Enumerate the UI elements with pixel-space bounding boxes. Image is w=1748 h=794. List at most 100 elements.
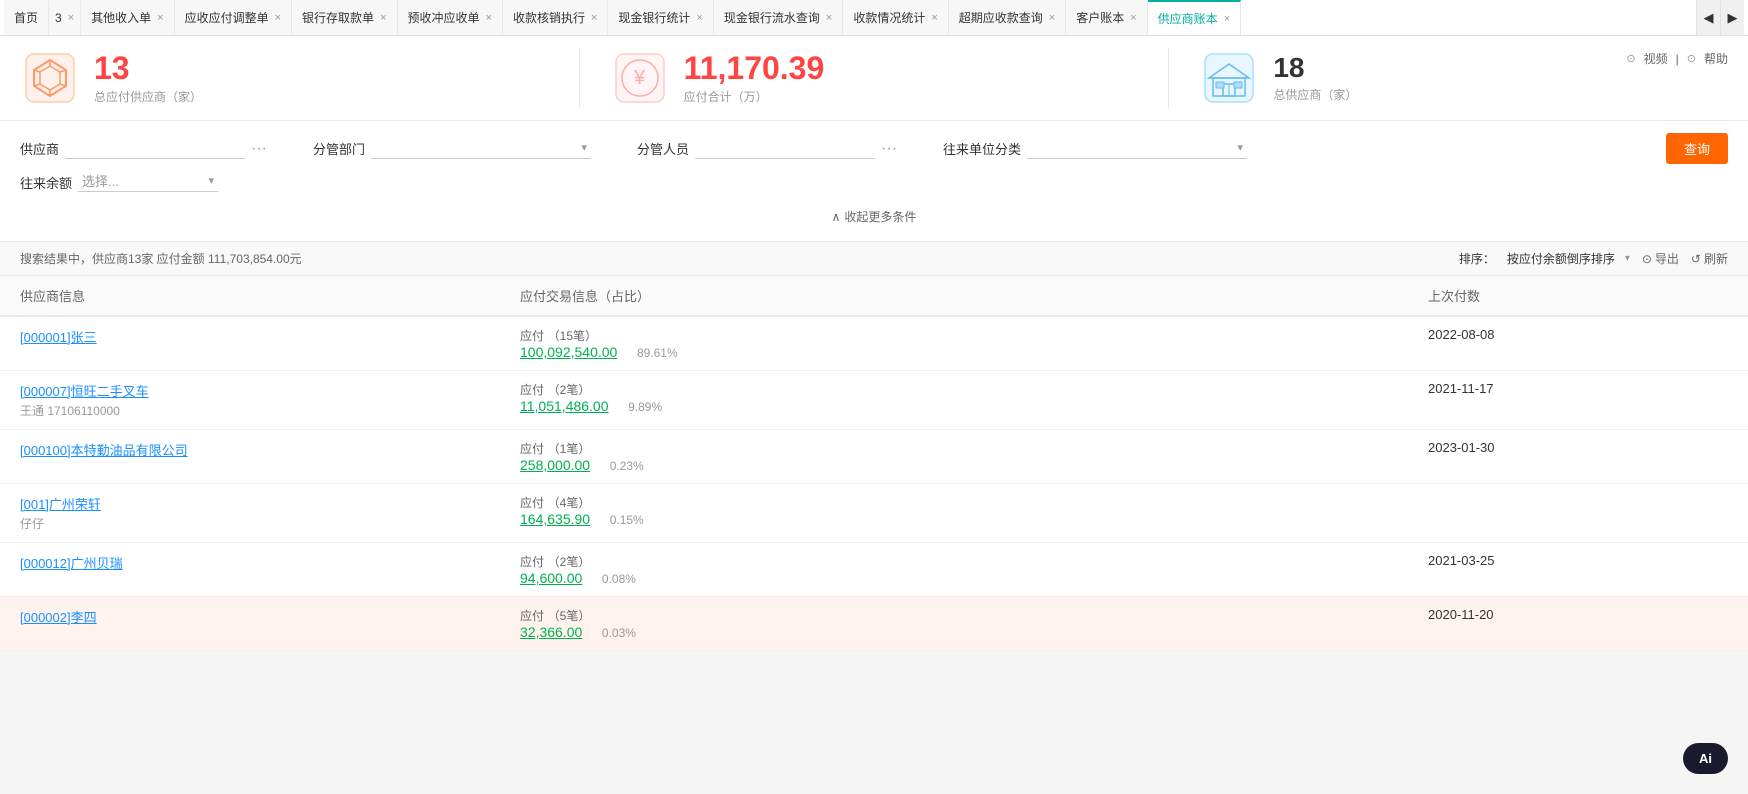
row-3-trade-label-wrap: 应付 （4笔） [520, 494, 1428, 511]
help-link[interactable]: 帮助 [1704, 50, 1728, 67]
close-tab-customer-ledger[interactable]: × [1130, 12, 1136, 24]
stat2-number: 11,170.39 [684, 52, 825, 84]
ai-badge[interactable]: Ai [1683, 743, 1728, 774]
filter-supplier: 供应商 ··· [20, 139, 267, 159]
row-5-trade-percent: 0.03% [602, 626, 636, 640]
balance-filter-select[interactable]: 选择... [78, 172, 218, 192]
stat-block-suppliers: 13 总应付供应商（家） [20, 48, 549, 108]
collapse-button[interactable]: ∧ 收起更多条件 [20, 204, 1728, 229]
row-5-supplier-name[interactable]: [000002]李四 [20, 607, 520, 626]
stat1-number: 13 [94, 52, 202, 84]
row-3-supplier: [001]广州荣轩 仔仔 [20, 494, 520, 532]
row-0-trade-amount-row: 100,092,540.00 89.61% [520, 344, 1428, 360]
table-row: [000001]张三 应付 （15笔） 100,092,540.00 89.61… [0, 317, 1748, 371]
nav-tab-bank[interactable]: 银行存取款单 × [292, 0, 397, 36]
row-4-last-pay-date: 2021-03-25 [1428, 553, 1495, 568]
supplier-filter-input[interactable] [65, 139, 245, 159]
collapse-icon: ∧ [832, 210, 841, 224]
row-2-trade-count: （1笔） [548, 442, 591, 456]
close-tab-overdue[interactable]: × [1049, 12, 1055, 24]
nav-tab-overdue[interactable]: 超期应收款查询 × [949, 0, 1066, 36]
row-4-last-pay: 2021-03-25 [1428, 553, 1728, 568]
nav-next-arrow[interactable]: ▶ [1720, 0, 1744, 36]
divider-1 [579, 48, 580, 108]
category-filter-label: 往来单位分类 [943, 139, 1021, 158]
row-5-trade-count: （5笔） [548, 609, 591, 623]
row-5-trade-label: 应付 [520, 609, 544, 623]
video-link[interactable]: 视频 [1644, 50, 1668, 67]
nav-tab-cash-stat[interactable]: 现金银行统计 × [608, 0, 713, 36]
table-header: 供应商信息 应付交易信息（占比） 上次付数 [0, 276, 1748, 317]
stat3-label: 总供应商（家） [1273, 86, 1357, 103]
export-button[interactable]: ⊙ 导出 [1642, 250, 1679, 267]
sort-select[interactable]: 按应付余额倒序排序 [1507, 252, 1630, 266]
row-2-supplier: [000100]本特勤油品有限公司 [20, 440, 520, 459]
close-tab-verify[interactable]: × [591, 12, 597, 24]
row-4-supplier: [000012]广州贝瑞 [20, 553, 520, 572]
close-tab-receipt-stat[interactable]: × [931, 12, 937, 24]
category-filter-select[interactable] [1027, 139, 1247, 159]
close-tab-cash-stat[interactable]: × [696, 12, 702, 24]
nav-tab-supplier-ledger[interactable]: 供应商账本 × [1148, 0, 1241, 36]
row-3-supplier-name[interactable]: [001]广州荣轩 [20, 494, 520, 513]
close-tab-supplier-ledger[interactable]: × [1224, 13, 1230, 25]
close-tab-prepay[interactable]: × [486, 12, 492, 24]
results-summary: 搜索结果中，供应商13家 应付金额 111,703,854.00元 [20, 250, 302, 267]
export-label: 导出 [1655, 250, 1679, 267]
row-1-trade-label: 应付 [520, 383, 544, 397]
table-container: 供应商信息 应付交易信息（占比） 上次付数 [000001]张三 应付 （15笔… [0, 276, 1748, 651]
ai-badge-label: Ai [1699, 751, 1712, 766]
nav-tab-cash-flow[interactable]: 现金银行流水查询 × [714, 0, 843, 36]
row-2-trade-amount[interactable]: 258,000.00 [520, 457, 590, 473]
row-2-trade-label-wrap: 应付 （1笔） [520, 440, 1428, 457]
close-tab-cash-flow[interactable]: × [826, 12, 832, 24]
nav-tab-prepay[interactable]: 预收冲应收单 × [398, 0, 503, 36]
table-row: [000100]本特勤油品有限公司 应付 （1笔） 258,000.00 0.2… [0, 430, 1748, 484]
row-0-trade-count: （15笔） [548, 329, 597, 343]
row-3-trade: 应付 （4笔） 164,635.90 0.15% [520, 494, 1428, 527]
nav-prev-arrow[interactable]: ◀ [1696, 0, 1720, 36]
row-0-trade-amount[interactable]: 100,092,540.00 [520, 344, 617, 360]
close-tab-adjust[interactable]: × [275, 12, 281, 24]
header-supplier-info: 供应商信息 [20, 286, 520, 305]
row-2-supplier-name[interactable]: [000100]本特勤油品有限公司 [20, 440, 520, 459]
person-filter-dots[interactable]: ··· [881, 140, 897, 158]
row-0-trade: 应付 （15笔） 100,092,540.00 89.61% [520, 327, 1428, 360]
dept-filter-select[interactable] [371, 139, 591, 159]
row-4-supplier-name[interactable]: [000012]广州贝瑞 [20, 553, 520, 572]
close-tab-3[interactable]: × [68, 12, 74, 24]
stat3-number: 18 [1273, 54, 1357, 82]
nav-tab-verify[interactable]: 收款核销执行 × [503, 0, 608, 36]
row-2-trade: 应付 （1笔） 258,000.00 0.23% [520, 440, 1428, 473]
row-1-supplier: [000007]恒旺二手叉车 王通 17106110000 [20, 381, 520, 419]
person-filter-input[interactable] [695, 139, 875, 159]
row-0-supplier: [000001]张三 [20, 327, 520, 346]
refresh-icon: ↺ [1691, 252, 1701, 266]
nav-tab-adjust[interactable]: 应收应付调整单 × [175, 0, 292, 36]
row-0-supplier-name[interactable]: [000001]张三 [20, 327, 520, 346]
row-3-trade-amount[interactable]: 164,635.90 [520, 511, 590, 527]
filter-category: 往来单位分类 [943, 139, 1247, 159]
nav-tab-other-income[interactable]: 其他收入单 × [81, 0, 174, 36]
nav-tab-receipt-stat[interactable]: 收款情况统计 × [843, 0, 948, 36]
row-0-trade-label-wrap: 应付 （15笔） [520, 327, 1428, 344]
row-1-last-pay-date: 2021-11-17 [1428, 381, 1494, 396]
balance-filter-label: 往来余额 [20, 173, 72, 192]
row-1-trade-amount[interactable]: 11,051,486.00 [520, 398, 609, 414]
row-5-trade-amount[interactable]: 32,366.00 [520, 624, 582, 640]
collapse-btn-wrap: ∧ 收起更多条件 [20, 200, 1728, 233]
row-1-supplier-name[interactable]: [000007]恒旺二手叉车 [20, 381, 520, 400]
close-tab-other-income[interactable]: × [157, 12, 163, 24]
row-4-trade-amount[interactable]: 94,600.00 [520, 570, 582, 586]
row-4-trade-percent: 0.08% [602, 572, 636, 586]
nav-tab-3[interactable]: 3 × [49, 0, 81, 36]
close-tab-bank[interactable]: × [380, 12, 386, 24]
row-2-last-pay: 2023-01-30 [1428, 440, 1728, 455]
refresh-button[interactable]: ↺ 刷新 [1691, 250, 1728, 267]
row-5-supplier: [000002]李四 [20, 607, 520, 626]
nav-tab-home[interactable]: 首页 [4, 0, 49, 36]
nav-tab-customer-ledger[interactable]: 客户账本 × [1066, 0, 1147, 36]
query-button[interactable]: 查询 [1666, 133, 1728, 164]
supplier-filter-dots[interactable]: ··· [251, 140, 267, 158]
stat-block-amount: ¥ 11,170.39 应付合计（万） [610, 48, 1139, 108]
